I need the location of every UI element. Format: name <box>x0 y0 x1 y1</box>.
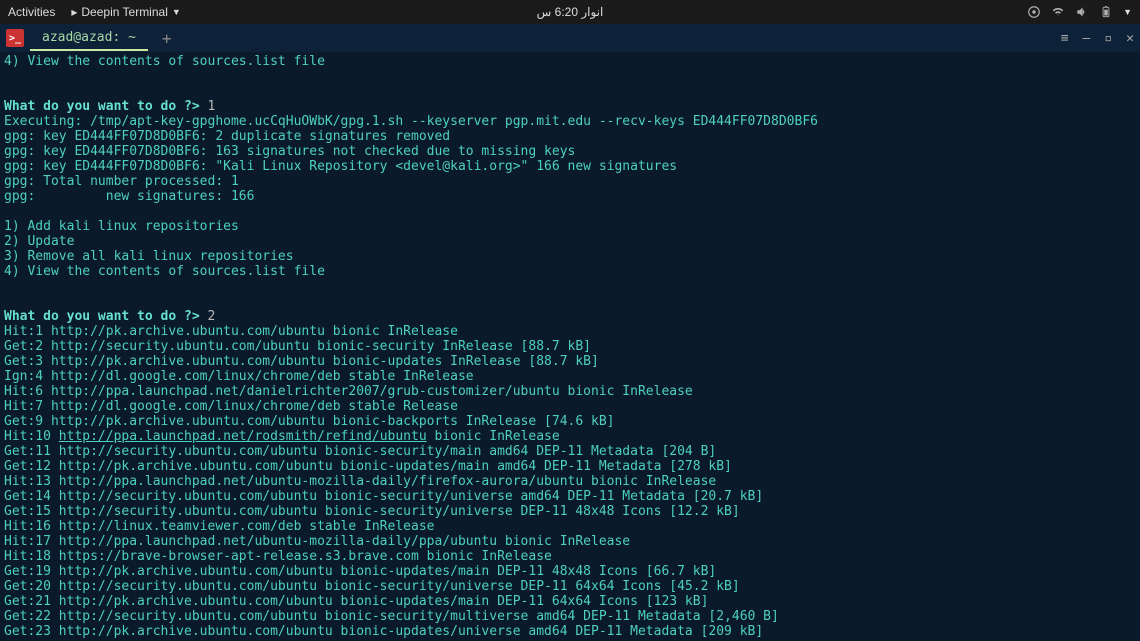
terminal-line: Get:11 http://security.ubuntu.com/ubuntu… <box>4 444 1136 459</box>
network-icon[interactable] <box>1051 5 1065 19</box>
terminal-line: gpg: key ED444FF07D8D0BF6: 163 signature… <box>4 144 1136 159</box>
terminal-line: Get:21 http://pk.archive.ubuntu.com/ubun… <box>4 594 1136 609</box>
terminal-line: 3) Remove all kali linux repositories <box>4 249 1136 264</box>
terminal-line: Get:2 http://security.ubuntu.com/ubuntu … <box>4 339 1136 354</box>
minimize-button[interactable]: — <box>1083 31 1091 46</box>
terminal-line: gpg: Total number processed: 1 <box>4 174 1136 189</box>
terminal-line <box>4 204 1136 219</box>
terminal-line: Hit:7 http://dl.google.com/linux/chrome/… <box>4 399 1136 414</box>
app-menu[interactable]: ▸ Deepin Terminal ▼ <box>71 5 180 19</box>
terminal-line: Get:12 http://pk.archive.ubuntu.com/ubun… <box>4 459 1136 474</box>
terminal-line: Hit:13 http://ppa.launchpad.net/ubuntu-m… <box>4 474 1136 489</box>
terminal-line: gpg: key ED444FF07D8D0BF6: 2 duplicate s… <box>4 129 1136 144</box>
system-topbar: Activities ▸ Deepin Terminal ▼ انوار 6:2… <box>0 0 1140 24</box>
terminal-line <box>4 279 1136 294</box>
app-name-label: Deepin Terminal <box>81 5 168 19</box>
battery-icon[interactable] <box>1099 5 1113 19</box>
terminal-line: Ign:4 http://dl.google.com/linux/chrome/… <box>4 369 1136 384</box>
terminal-line: 4) View the contents of sources.list fil… <box>4 54 1136 69</box>
terminal-line: What do you want to do ?> 1 <box>4 99 1136 114</box>
clock[interactable]: انوار 6:20 س <box>537 5 604 19</box>
chevron-down-icon[interactable]: ▼ <box>1123 7 1132 17</box>
terminal-line: Hit:18 https://brave-browser-apt-release… <box>4 549 1136 564</box>
terminal-line <box>4 69 1136 84</box>
terminal-line: Hit:6 http://ppa.launchpad.net/danielric… <box>4 384 1136 399</box>
terminal-line <box>4 294 1136 309</box>
terminal-tab[interactable]: azad@azad: ~ <box>30 26 148 51</box>
terminal-output[interactable]: 4) View the contents of sources.list fil… <box>0 52 1140 641</box>
terminal-line: 4) View the contents of sources.list fil… <box>4 264 1136 279</box>
terminal-app-icon: >_ <box>6 29 24 47</box>
new-tab-button[interactable]: + <box>154 25 180 52</box>
close-button[interactable]: ✕ <box>1126 31 1134 46</box>
settings-icon[interactable] <box>1027 5 1041 19</box>
terminal-line: Get:9 http://pk.archive.ubuntu.com/ubunt… <box>4 414 1136 429</box>
terminal-line: Get:15 http://security.ubuntu.com/ubuntu… <box>4 504 1136 519</box>
terminal-line: 2) Update <box>4 234 1136 249</box>
terminal-line: gpg: new signatures: 166 <box>4 189 1136 204</box>
terminal-line: Executing: /tmp/apt-key-gpghome.ucCqHuOW… <box>4 114 1136 129</box>
terminal-line: Hit:10 http://ppa.launchpad.net/rodsmith… <box>4 429 1136 444</box>
terminal-line: 1) Add kali linux repositories <box>4 219 1136 234</box>
maximize-button[interactable]: ▫ <box>1104 31 1112 46</box>
terminal-line: Get:3 http://pk.archive.ubuntu.com/ubunt… <box>4 354 1136 369</box>
terminal-line: Hit:16 http://linux.teamviewer.com/deb s… <box>4 519 1136 534</box>
volume-icon[interactable] <box>1075 5 1089 19</box>
terminal-line: gpg: key ED444FF07D8D0BF6: "Kali Linux R… <box>4 159 1136 174</box>
chevron-down-icon: ▼ <box>172 7 181 17</box>
hyperlink[interactable]: http://ppa.launchpad.net/rodsmith/refind… <box>59 429 427 444</box>
terminal-line: Hit:17 http://ppa.launchpad.net/ubuntu-m… <box>4 534 1136 549</box>
activities-button[interactable]: Activities <box>8 5 55 19</box>
terminal-line: Get:22 http://security.ubuntu.com/ubuntu… <box>4 609 1136 624</box>
terminal-line <box>4 84 1136 99</box>
terminal-line: What do you want to do ?> 2 <box>4 309 1136 324</box>
terminal-line: Get:23 http://pk.archive.ubuntu.com/ubun… <box>4 624 1136 639</box>
terminal-line: Get:19 http://pk.archive.ubuntu.com/ubun… <box>4 564 1136 579</box>
terminal-line: Hit:1 http://pk.archive.ubuntu.com/ubunt… <box>4 324 1136 339</box>
terminal-line: Get:14 http://security.ubuntu.com/ubuntu… <box>4 489 1136 504</box>
terminal-line: Get:20 http://security.ubuntu.com/ubuntu… <box>4 579 1136 594</box>
terminal-indicator-icon: ▸ <box>71 5 77 19</box>
terminal-tabbar: >_ azad@azad: ~ + ≡ — ▫ ✕ <box>0 24 1140 52</box>
menu-button[interactable]: ≡ <box>1061 31 1069 46</box>
